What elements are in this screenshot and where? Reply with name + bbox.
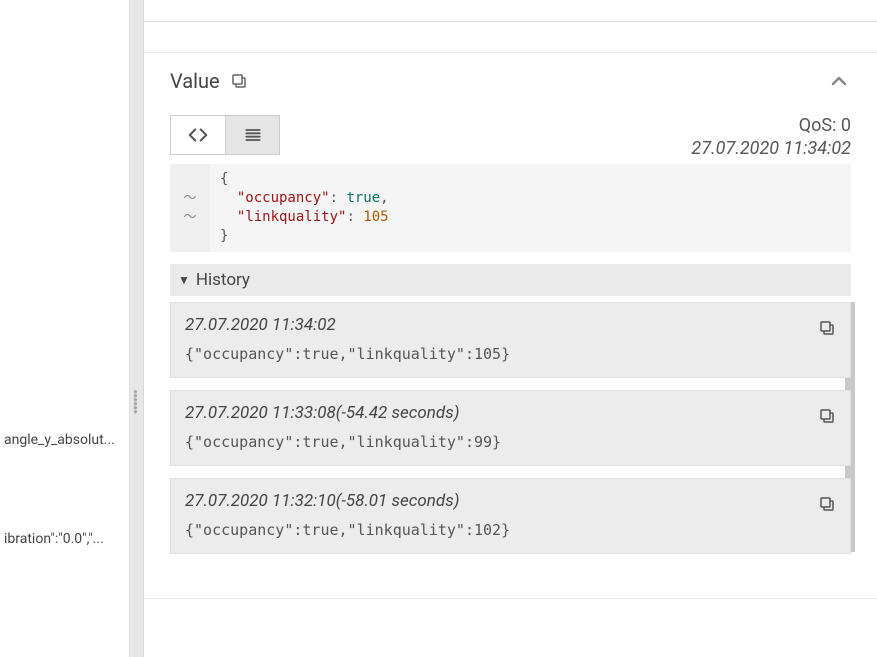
line-chart-icon[interactable]: 〜 xyxy=(170,208,210,227)
caret-down-icon: ▼ xyxy=(178,273,190,287)
copy-icon[interactable] xyxy=(818,319,836,337)
copy-icon[interactable] xyxy=(818,407,836,425)
chevron-up-icon[interactable] xyxy=(827,69,851,93)
history-list: 27.07.2020 11:34:02 {"occupancy":true,"l… xyxy=(170,302,851,576)
pane-resize-handle[interactable]: ● ●● ●● ● xyxy=(130,0,144,657)
history-item: 27.07.2020 11:33:08(-54.42 seconds) {"oc… xyxy=(170,390,851,466)
value-panel-header: Value xyxy=(144,53,877,103)
code-gutter: 〜 〜 xyxy=(170,164,210,252)
history-item-timestamp: 27.07.2020 11:33:08(-54.42 seconds) xyxy=(185,403,836,423)
copy-icon[interactable] xyxy=(818,495,836,513)
history-item-timestamp: 27.07.2020 11:32:10(-58.01 seconds) xyxy=(185,491,836,511)
view-mode-toggle xyxy=(170,115,280,155)
value-meta: QoS: 0 27.07.2020 11:34:02 xyxy=(691,115,851,160)
history-label: History xyxy=(196,270,250,290)
value-timestamp: 27.07.2020 11:34:02 xyxy=(691,138,851,161)
history-item: 27.07.2020 11:34:02 {"occupancy":true,"l… xyxy=(170,302,851,378)
sidebar-item[interactable]: ibration":"0.0","... xyxy=(0,527,129,551)
raw-view-button[interactable] xyxy=(171,116,225,154)
code-body: { "occupancy": true, "linkquality": 105 … xyxy=(210,164,399,252)
history-item-timestamp: 27.07.2020 11:34:02 xyxy=(185,315,836,335)
history-item-payload: {"occupancy":true,"linkquality":105} xyxy=(185,345,836,363)
value-panel: Value xyxy=(144,52,877,608)
copy-icon[interactable] xyxy=(230,72,248,90)
history-item-payload: {"occupancy":true,"linkquality":99} xyxy=(185,433,836,451)
value-panel-title: Value xyxy=(170,69,220,93)
line-chart-icon[interactable]: 〜 xyxy=(170,189,210,208)
main-panel: Value xyxy=(144,0,877,657)
formatted-view-button[interactable] xyxy=(225,116,279,154)
grip-dots-icon: ● ●● ●● ● xyxy=(133,390,143,414)
sidebar: angle_y_absolut... ibration":"0.0","... xyxy=(0,0,130,657)
history-toggle[interactable]: ▼ History xyxy=(170,264,851,296)
qos-label: QoS: 0 xyxy=(691,115,851,138)
top-divider xyxy=(144,0,877,22)
history-item: 27.07.2020 11:32:10(-58.01 seconds) {"oc… xyxy=(170,478,851,554)
history-item-payload: {"occupancy":true,"linkquality":102} xyxy=(185,521,836,539)
sidebar-item[interactable]: angle_y_absolut... xyxy=(0,428,129,452)
bottom-divider xyxy=(144,598,877,608)
json-payload: 〜 〜 { "occupancy": true, "linkquality": … xyxy=(170,164,851,252)
